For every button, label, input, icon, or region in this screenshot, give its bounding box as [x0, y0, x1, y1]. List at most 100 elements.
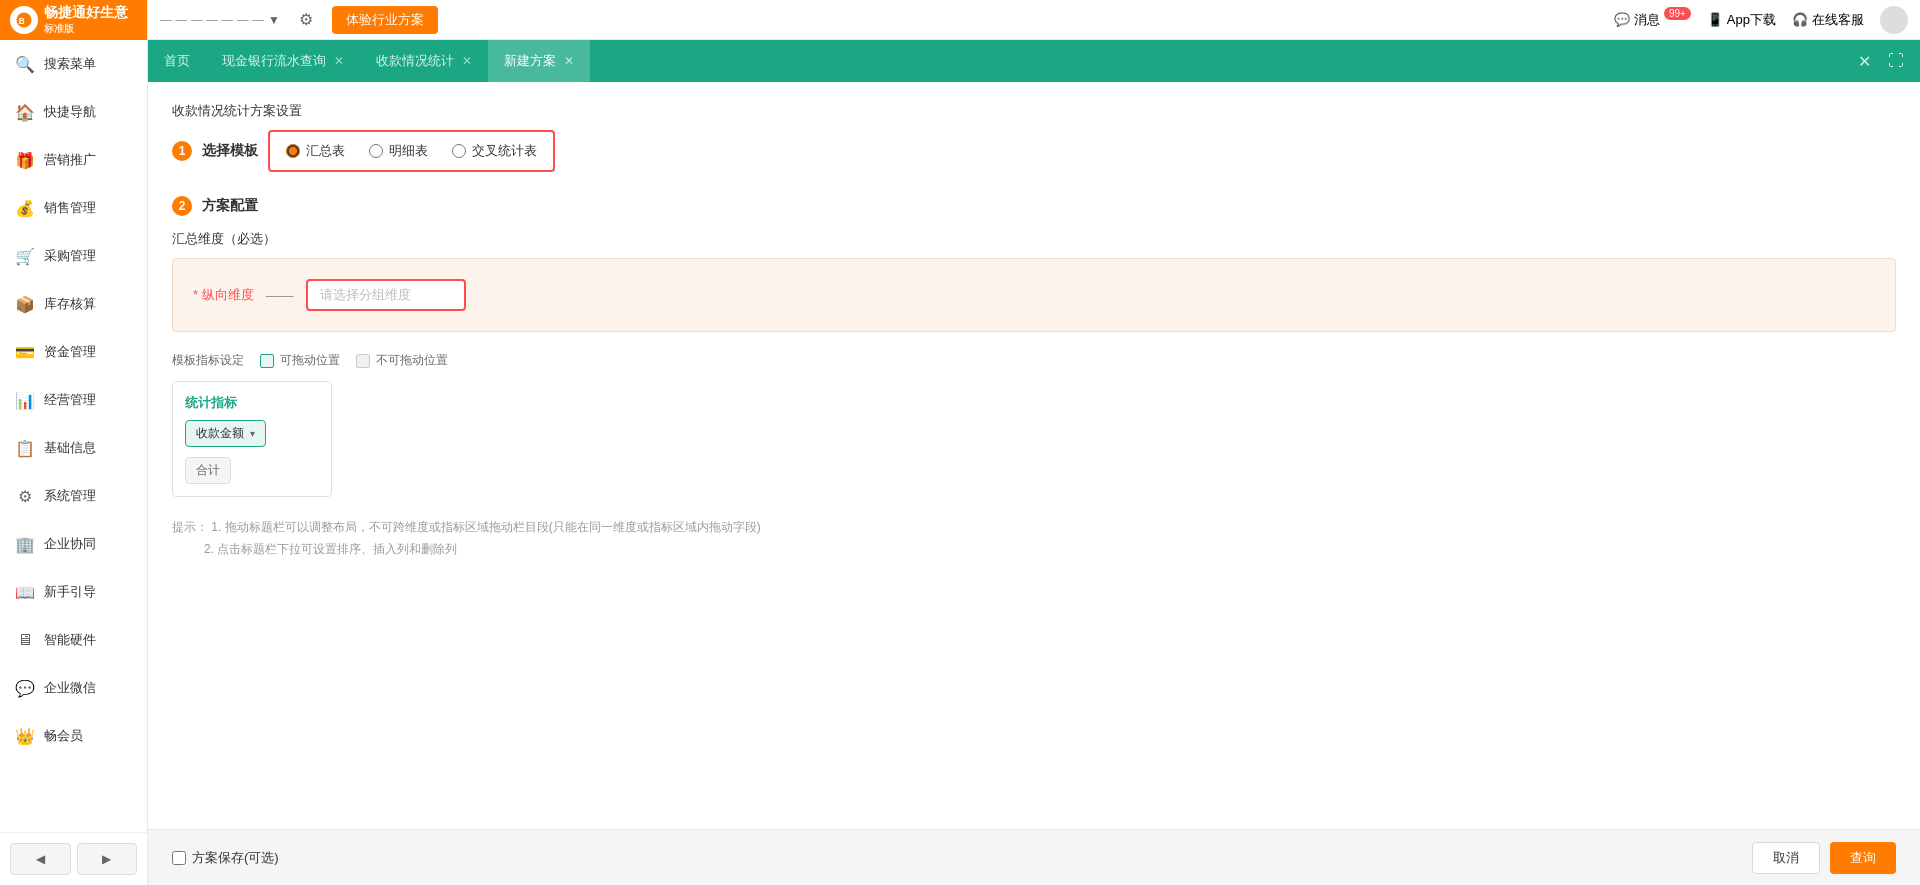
step2-header: 2 方案配置	[172, 196, 1896, 216]
indicator-tags: 收款金额 ▾	[185, 420, 319, 447]
sidebar-logo: B 畅捷通好生意 标准版	[0, 0, 147, 40]
sidebar-bottom-btn2[interactable]: ▶	[77, 843, 138, 875]
sidebar-label-quick-nav: 快捷导航	[44, 103, 96, 121]
indicator-header-label: 模板指标设定	[172, 352, 244, 369]
chart-icon: 📊	[16, 391, 34, 409]
dimension-area: * 纵向维度 —— 请选择分组维度	[172, 258, 1896, 332]
radio-cross[interactable]: 交叉统计表	[452, 142, 537, 160]
sidebar-item-finance[interactable]: 💳 资金管理	[0, 328, 147, 376]
radio-summary[interactable]: 汇总表	[286, 142, 345, 160]
box-icon: 📦	[16, 295, 34, 313]
indicator-section: 模板指标设定 可拖动位置 不可拖动位置 统计指标	[172, 352, 1896, 497]
trial-btn[interactable]: 体验行业方案	[332, 6, 438, 34]
main-area: — — — — — — — ▼ ⚙ 体验行业方案 💬 消息 99+ 📱 App下…	[148, 0, 1920, 885]
crown-icon: 👑	[16, 727, 34, 745]
sidebar-label-basic: 基础信息	[44, 439, 96, 457]
tab-bank-close[interactable]: ✕	[334, 54, 344, 68]
headset-icon: 🎧	[1792, 12, 1808, 27]
tab-close-all-icon[interactable]: ✕	[1852, 49, 1876, 73]
sidebar-item-purchase[interactable]: 🛒 采购管理	[0, 232, 147, 280]
tab-new-plan[interactable]: 新建方案 ✕	[488, 40, 590, 82]
indicator-card: 统计指标 收款金额 ▾ 合计	[172, 381, 332, 497]
tab-collect-label: 收款情况统计	[376, 52, 454, 70]
sidebar-item-quick-nav[interactable]: 🏠 快捷导航	[0, 88, 147, 136]
tab-home[interactable]: 首页	[148, 40, 206, 82]
query-button[interactable]: 查询	[1830, 842, 1896, 874]
sidebar-label-hardware: 智能硬件	[44, 631, 96, 649]
save-label: 方案保存(可选)	[192, 849, 279, 867]
service-item[interactable]: 🎧 在线客服	[1792, 11, 1864, 29]
template-options: 汇总表 明细表 交叉统计表	[268, 130, 555, 172]
form-area: 收款情况统计方案设置 1 选择模板 汇总表 明细表	[148, 82, 1920, 829]
tab-new-plan-close[interactable]: ✕	[564, 54, 574, 68]
radio-detail-input[interactable]	[369, 144, 383, 158]
footer-save: 方案保存(可选)	[172, 849, 279, 867]
app-name: 畅捷通好生意	[44, 4, 128, 22]
tab-collect[interactable]: 收款情况统计 ✕	[360, 40, 488, 82]
draggable-legend-label: 可拖动位置	[280, 352, 340, 369]
download-label: App下载	[1727, 11, 1776, 29]
sidebar-item-search[interactable]: 🔍 搜索菜单	[0, 40, 147, 88]
save-checkbox[interactable]	[172, 851, 186, 865]
dimension-select[interactable]: 请选择分组维度	[306, 279, 466, 311]
cancel-button[interactable]: 取消	[1752, 842, 1820, 874]
tab-expand-icon[interactable]: ⛶	[1884, 49, 1908, 73]
tab-bank[interactable]: 现金银行流水查询 ✕	[206, 40, 360, 82]
radio-detail[interactable]: 明细表	[369, 142, 428, 160]
radio-detail-label: 明细表	[389, 142, 428, 160]
sidebar-label-wechat: 企业微信	[44, 679, 96, 697]
sidebar-item-system[interactable]: ⚙ 系统管理	[0, 472, 147, 520]
sidebar-bottom-btn1[interactable]: ◀	[10, 843, 71, 875]
chevron-down-icon[interactable]: ▼	[268, 13, 280, 27]
book-icon: 📖	[16, 583, 34, 601]
sidebar-label-purchase: 采购管理	[44, 247, 96, 265]
topbar-actions: 💬 消息 99+ 📱 App下载 🎧 在线客服	[1614, 6, 1908, 34]
step1-section: 1 选择模板 汇总表 明细表 交叉统计表	[172, 130, 1896, 172]
content-area: 收款情况统计方案设置 1 选择模板 汇总表 明细表	[148, 82, 1920, 885]
sidebar-item-sales[interactable]: 💰 销售管理	[0, 184, 147, 232]
non-draggable-legend-label: 不可拖动位置	[376, 352, 448, 369]
tips-section: 提示： 1. 拖动标题栏可以调整布局，不可跨维度或指标区域拖动栏目段(只能在同一…	[172, 517, 1896, 560]
chat-icon: 💬	[16, 679, 34, 697]
sidebar-item-inventory[interactable]: 📦 库存核算	[0, 280, 147, 328]
avatar[interactable]	[1880, 6, 1908, 34]
sidebar-item-marketing[interactable]: 🎁 营销推广	[0, 136, 147, 184]
notification-label: 消息	[1634, 11, 1660, 29]
sidebar-item-member[interactable]: 👑 畅会员	[0, 712, 147, 760]
sidebar-item-business[interactable]: 📊 经营管理	[0, 376, 147, 424]
monitor-icon: 🖥	[16, 631, 34, 649]
legend-non-draggable: 不可拖动位置	[356, 352, 448, 369]
tip-title: 提示： 1. 拖动标题栏可以调整布局，不可跨维度或指标区域拖动栏目段(只能在同一…	[172, 517, 1896, 539]
notification-badge: 99+	[1664, 7, 1691, 20]
radio-summary-label: 汇总表	[306, 142, 345, 160]
sidebar-item-guide[interactable]: 📖 新手引导	[0, 568, 147, 616]
sidebar-label-finance: 资金管理	[44, 343, 96, 361]
tab-new-plan-label: 新建方案	[504, 52, 556, 70]
notification-item[interactable]: 💬 消息 99+	[1614, 11, 1691, 29]
search-icon: 🔍	[16, 55, 34, 73]
sidebar-item-hardware[interactable]: 🖥 智能硬件	[0, 616, 147, 664]
sidebar-item-wechat[interactable]: 💬 企业微信	[0, 664, 147, 712]
indicator-tag-amount[interactable]: 收款金额 ▾	[185, 420, 266, 447]
tab-collect-close[interactable]: ✕	[462, 54, 472, 68]
download-item[interactable]: 📱 App下载	[1707, 11, 1776, 29]
step1-header: 1 选择模板 汇总表 明细表 交叉统计表	[172, 130, 1896, 172]
sidebar-item-enterprise[interactable]: 🏢 企业协同	[0, 520, 147, 568]
sidebar-label-business: 经营管理	[44, 391, 96, 409]
logo-icon: B	[10, 6, 38, 34]
radio-summary-input[interactable]	[286, 144, 300, 158]
legend-draggable: 可拖动位置	[260, 352, 340, 369]
sidebar-bottom: ◀ ▶	[0, 832, 147, 885]
gear-settings-icon[interactable]: ⚙	[292, 6, 320, 34]
tip-line-1: 1. 拖动标题栏可以调整布局，不可跨维度或指标区域拖动栏目段(只能在同一维度或指…	[211, 520, 760, 534]
arrow-icon: ——	[266, 287, 294, 303]
tab-bank-label: 现金银行流水查询	[222, 52, 326, 70]
step1-badge: 1	[172, 141, 192, 161]
breadcrumb: — — — — — — — ▼	[160, 13, 280, 27]
topbar: — — — — — — — ▼ ⚙ 体验行业方案 💬 消息 99+ 📱 App下…	[148, 0, 1920, 40]
sidebar-item-basic[interactable]: 📋 基础信息	[0, 424, 147, 472]
download-icon: 📱	[1707, 12, 1723, 27]
radio-cross-input[interactable]	[452, 144, 466, 158]
sidebar-label-inventory: 库存核算	[44, 295, 96, 313]
sidebar-label-sales: 销售管理	[44, 199, 96, 217]
